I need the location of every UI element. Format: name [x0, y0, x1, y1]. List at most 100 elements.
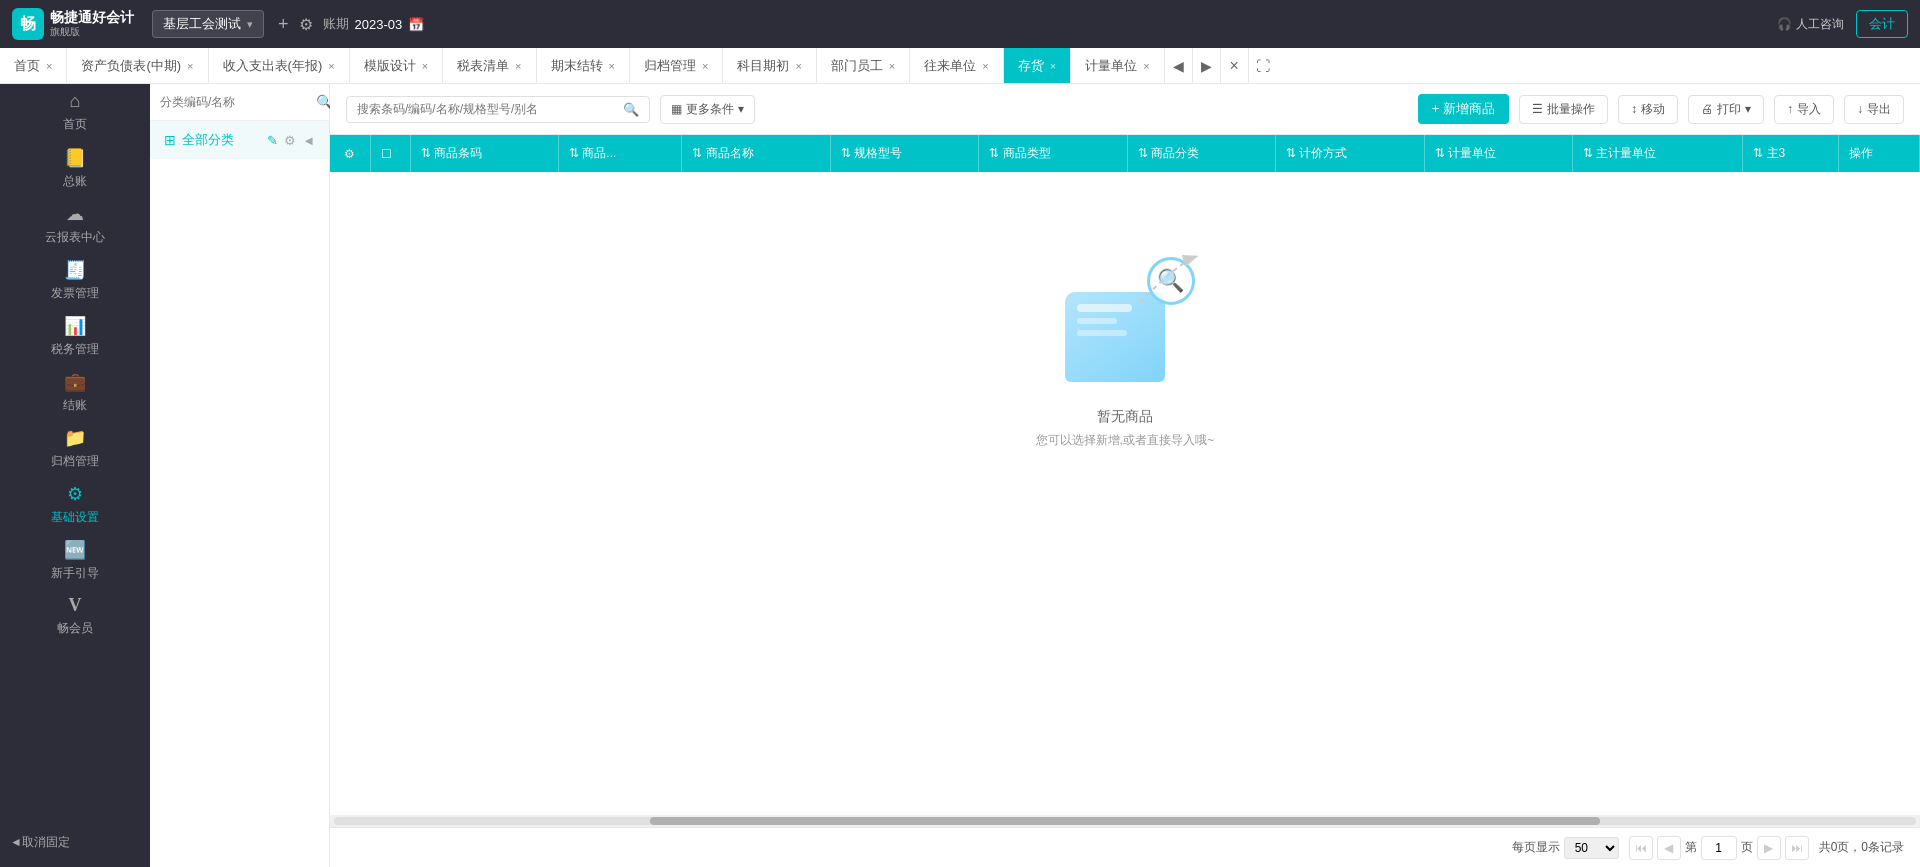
tab-home-close[interactable]: ×: [46, 60, 52, 72]
tab-template[interactable]: 模版设计 ×: [350, 48, 443, 84]
per-page-select[interactable]: 50 100 200: [1564, 837, 1619, 859]
period-label: 账期: [323, 15, 349, 33]
cancel-fixed-button[interactable]: ◄取消固定: [10, 828, 140, 857]
service-button[interactable]: 🎧 人工咨询: [1777, 16, 1844, 33]
sidebar-item-guide[interactable]: 🆕 新手引导: [0, 532, 150, 588]
workspace-selector[interactable]: 基层工会测试 ▾: [152, 10, 264, 38]
category-edit-icon[interactable]: ✎: [267, 133, 278, 148]
search-icon[interactable]: 🔍: [623, 102, 639, 117]
sidebar-guide-label: 新手引导: [51, 565, 99, 582]
tab-archive-close[interactable]: ×: [702, 60, 708, 72]
tab-expand-button[interactable]: ⛶: [1249, 48, 1277, 84]
th-main-unit[interactable]: ⇅ 主计量单位: [1573, 135, 1743, 172]
top-header: 畅 畅捷通好会计 旗舰版 基层工会测试 ▾ + ⚙ 账期 2023-03 📅 🎧…: [0, 0, 1920, 48]
tab-unit-label: 计量单位: [1085, 57, 1137, 75]
toolbar: 🔍 ▦ 更多条件 ▾ + 新增商品 ☰ 批量操作: [330, 84, 1920, 135]
tab-tax[interactable]: 税表清单 ×: [443, 48, 536, 84]
last-page-button[interactable]: ⏭: [1785, 836, 1809, 860]
period-info: 账期 2023-03 📅: [323, 15, 425, 33]
guide-icon: 🆕: [64, 539, 86, 561]
sidebar-item-member[interactable]: V 畅会员: [0, 588, 150, 644]
tab-subject-init[interactable]: 科目期初 ×: [723, 48, 816, 84]
import-button[interactable]: ↑ 导入: [1774, 95, 1834, 124]
th-spec[interactable]: ⇅ 规格型号: [830, 135, 978, 172]
more-conditions-button[interactable]: ▦ 更多条件 ▾: [660, 95, 755, 124]
tab-dept-staff-close[interactable]: ×: [889, 60, 895, 72]
add-workspace-button[interactable]: +: [278, 14, 289, 35]
next-page-button[interactable]: ▶: [1757, 836, 1781, 860]
th-name-label: ⇅ 商品名称: [692, 146, 753, 160]
tab-dept-staff[interactable]: 部门员工 ×: [817, 48, 910, 84]
sidebar-item-archive[interactable]: 📁 归档管理: [0, 420, 150, 476]
tab-period-end-close[interactable]: ×: [609, 60, 615, 72]
tab-income[interactable]: 收入支出表(年报) ×: [209, 48, 350, 84]
empty-row: 🔍: [330, 172, 1920, 529]
tab-inventory[interactable]: 存货 ×: [1004, 48, 1071, 84]
tab-subject-init-close[interactable]: ×: [795, 60, 801, 72]
th-barcode[interactable]: ⇅ 商品条码: [410, 135, 558, 172]
tab-income-close[interactable]: ×: [328, 60, 334, 72]
tab-unit[interactable]: 计量单位 ×: [1071, 48, 1164, 84]
tab-inventory-close[interactable]: ×: [1050, 60, 1056, 72]
sidebar-ledger-label: 总账: [63, 173, 87, 190]
th-main-unit-label: ⇅ 主计量单位: [1583, 146, 1656, 160]
tab-unit-close[interactable]: ×: [1143, 60, 1149, 72]
ledger-icon: 📒: [64, 147, 86, 169]
scrollbar-thumb[interactable]: [650, 817, 1599, 825]
print-button[interactable]: 🖨 打印 ▾: [1688, 95, 1764, 124]
tab-next-button[interactable]: ▶: [1193, 48, 1221, 84]
category-all-item[interactable]: ⊞ 全部分类 ✎ ⚙ ◄: [150, 121, 329, 159]
add-product-label: + 新增商品: [1432, 100, 1495, 118]
export-button[interactable]: ↓ 导出: [1844, 95, 1904, 124]
th-type[interactable]: ⇅ 商品类型: [979, 135, 1127, 172]
th-settings[interactable]: ⚙: [330, 135, 370, 172]
tab-home[interactable]: 首页 ×: [0, 48, 67, 84]
th-name[interactable]: ⇅ 商品名称: [682, 135, 830, 172]
tab-period-end[interactable]: 期末结转 ×: [537, 48, 630, 84]
tab-partner-close[interactable]: ×: [982, 60, 988, 72]
move-button[interactable]: ↕ 移动: [1618, 95, 1678, 124]
table-container[interactable]: ⚙ ☐ ⇅ 商品条码 ⇅ 商品... ⇅ 商品名称: [330, 135, 1920, 815]
tab-balance-close[interactable]: ×: [187, 60, 193, 72]
kuaiji-button[interactable]: 会计: [1856, 10, 1908, 38]
filter-icon: ▦: [671, 102, 682, 116]
page-number-input[interactable]: [1701, 836, 1737, 860]
conditions-arrow-icon: ▾: [738, 102, 744, 116]
print-label: 打印: [1717, 101, 1741, 118]
tab-prev-button[interactable]: ◀: [1165, 48, 1193, 84]
horizontal-scrollbar[interactable]: [330, 815, 1920, 827]
prev-page-button[interactable]: ◀: [1657, 836, 1681, 860]
category-search-input[interactable]: [160, 95, 310, 109]
category-settings-icon[interactable]: ⚙: [284, 133, 296, 148]
sidebar-item-tax[interactable]: 📊 税务管理: [0, 308, 150, 364]
calendar-icon[interactable]: 📅: [408, 17, 424, 32]
th-unit[interactable]: ⇅ 计量单位: [1424, 135, 1572, 172]
tab-balance[interactable]: 资产负债表(中期) ×: [67, 48, 208, 84]
tab-partner[interactable]: 往来单位 ×: [910, 48, 1003, 84]
category-grid-icon: ⊞: [164, 132, 176, 148]
product-search-input[interactable]: [357, 102, 617, 116]
sidebar-item-settings[interactable]: ⚙ 基础设置: [0, 476, 150, 532]
workspace-settings-button[interactable]: ⚙: [299, 15, 313, 34]
th-code[interactable]: ⇅ 商品...: [558, 135, 681, 172]
tab-archive[interactable]: 归档管理 ×: [630, 48, 723, 84]
add-product-button[interactable]: + 新增商品: [1418, 94, 1509, 124]
th-price-method[interactable]: ⇅ 计价方式: [1276, 135, 1424, 172]
first-page-button[interactable]: ⏮: [1629, 836, 1653, 860]
print-icon: 🖨: [1701, 102, 1713, 116]
tab-template-close[interactable]: ×: [422, 60, 428, 72]
th-category[interactable]: ⇅ 商品分类: [1127, 135, 1275, 172]
sidebar-item-invoice[interactable]: 🧾 发票管理: [0, 252, 150, 308]
category-collapse-icon[interactable]: ◄: [302, 133, 315, 148]
sidebar-item-ledger[interactable]: 📒 总账: [0, 140, 150, 196]
sidebar-item-closing[interactable]: 💼 结账: [0, 364, 150, 420]
sidebar-item-reports[interactable]: ☁ 云报表中心: [0, 196, 150, 252]
th-check[interactable]: ☐: [370, 135, 410, 172]
th-col3[interactable]: ⇅ 主3: [1743, 135, 1839, 172]
th-spec-label: ⇅ 规格型号: [841, 146, 902, 160]
tab-balance-label: 资产负债表(中期): [81, 57, 181, 75]
batch-operation-button[interactable]: ☰ 批量操作: [1519, 95, 1608, 124]
sidebar-item-home[interactable]: ⌂ 首页: [0, 84, 150, 140]
tab-close-all-button[interactable]: ×: [1221, 48, 1249, 84]
tab-tax-close[interactable]: ×: [515, 60, 521, 72]
